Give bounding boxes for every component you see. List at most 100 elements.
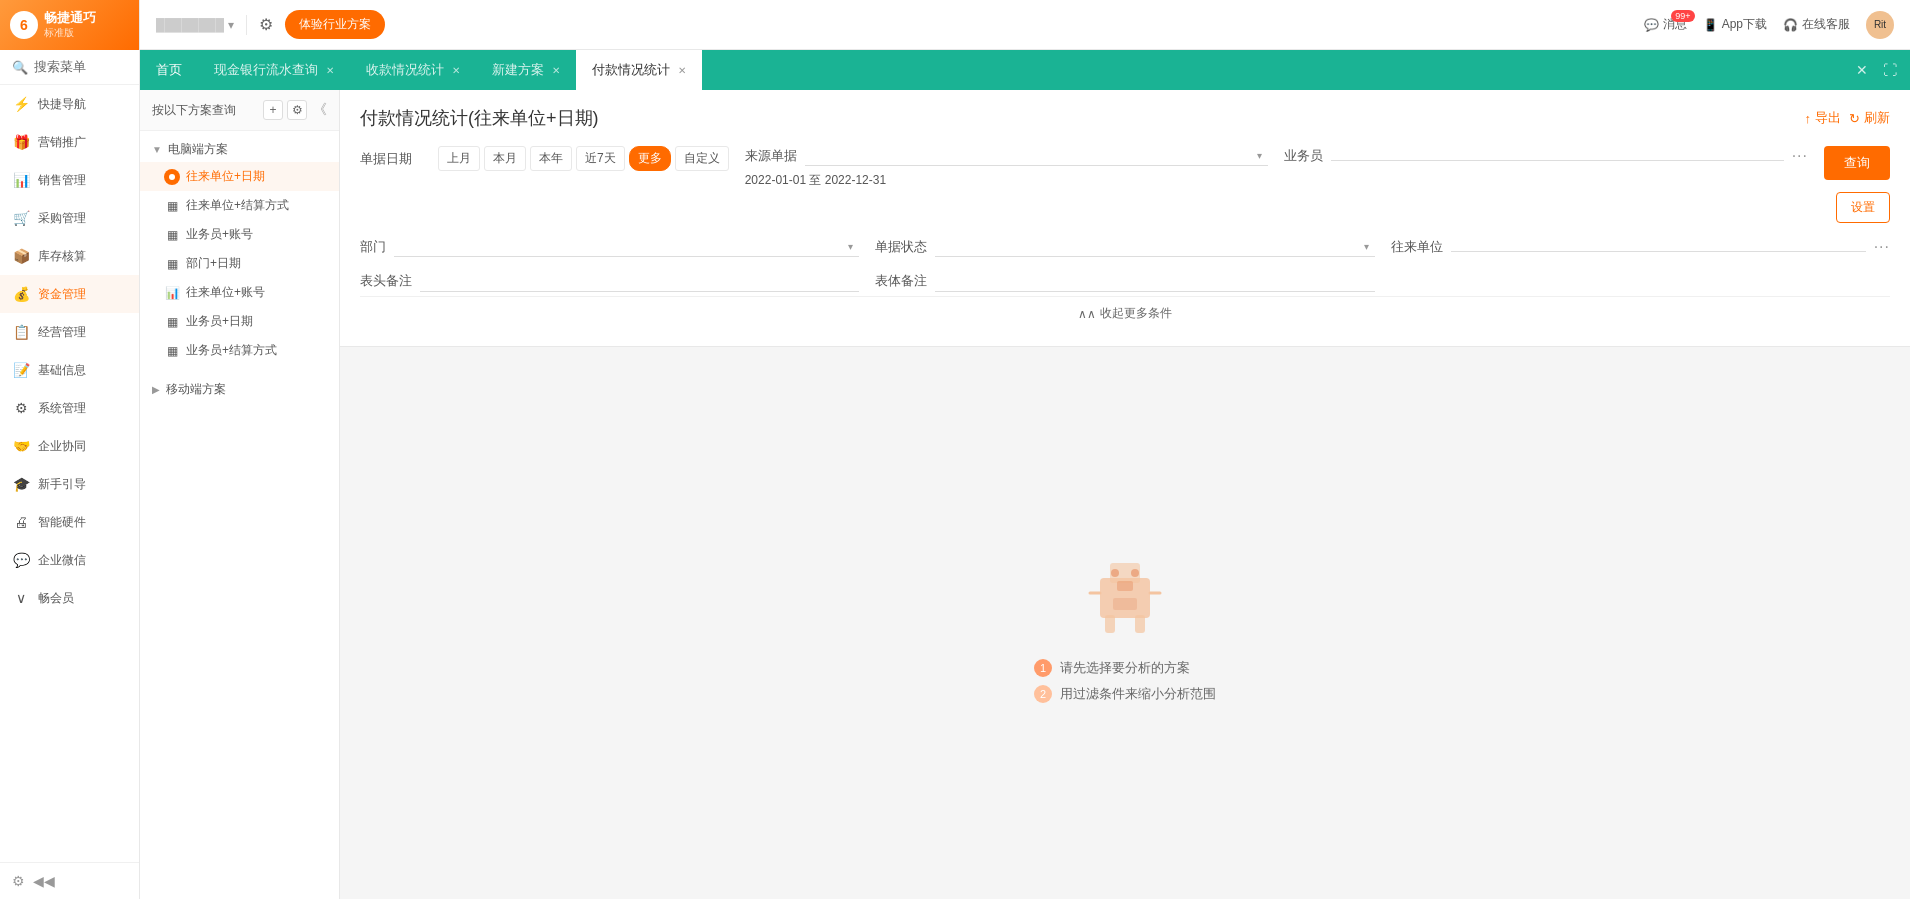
scheme-table2-icon: ▦ bbox=[164, 227, 180, 243]
sidebar-settings-btn[interactable]: ⚙ bbox=[12, 873, 25, 889]
scheme-item-staff-account[interactable]: ▦ 业务员+账号 bbox=[140, 220, 339, 249]
content: 按以下方案查询 + ⚙ 《 ▼ 电脑端方案 往来单位+日期 ▦ bbox=[140, 90, 1910, 899]
sidebar-item-sysadmin[interactable]: ⚙ 系统管理 bbox=[0, 389, 139, 427]
placeholder-hints: 1 请先选择要分析的方案 2 用过滤条件来缩小分析范围 bbox=[1034, 659, 1216, 703]
enterprise-icon: 🤝 bbox=[12, 437, 30, 455]
date-btn-lastmonth[interactable]: 上月 bbox=[438, 146, 480, 171]
dept-select[interactable]: ▾ bbox=[394, 237, 859, 257]
related-unit-more-btn[interactable]: ··· bbox=[1874, 238, 1890, 256]
sidebar-item-basicinfo[interactable]: 📝 基础信息 bbox=[0, 351, 139, 389]
scheme-add-btn[interactable]: + bbox=[263, 100, 283, 120]
date-filter-label: 单据日期 bbox=[360, 150, 430, 168]
sidebar-item-wechat[interactable]: 💬 企业微信 bbox=[0, 541, 139, 579]
sidebar-item-operations[interactable]: 📋 经营管理 bbox=[0, 313, 139, 351]
doc-status-select[interactable]: ▾ bbox=[935, 237, 1374, 257]
source-select[interactable]: ▾ bbox=[805, 146, 1269, 166]
company-dropdown-icon[interactable]: ▾ bbox=[228, 18, 234, 32]
phone-icon: 📱 bbox=[1703, 18, 1718, 32]
tab-payments-label: 付款情况统计 bbox=[592, 61, 670, 79]
tab-close-all-btn[interactable]: ✕ bbox=[1850, 58, 1874, 82]
sidebar-search-item[interactable]: 🔍 搜索菜单 bbox=[0, 50, 139, 85]
scheme-table4-icon: ▦ bbox=[164, 314, 180, 330]
company-name-text: ████████ bbox=[156, 18, 224, 32]
filter-main: 付款情况统计(往来单位+日期) ↑ 导出 ↻ 刷新 bbox=[340, 90, 1910, 899]
refresh-btn[interactable]: ↻ 刷新 bbox=[1849, 109, 1890, 127]
sidebar-item-sales[interactable]: 📊 销售管理 bbox=[0, 161, 139, 199]
topbar-app-btn[interactable]: 📱 App下载 bbox=[1703, 16, 1767, 33]
quicknav-icon: ⚡ bbox=[12, 95, 30, 113]
topbar-messages-btn[interactable]: 💬 消息 99+ bbox=[1644, 16, 1687, 33]
main-area: ████████ ▾ ⚙ 体验行业方案 💬 消息 99+ 📱 App下载 🎧 在… bbox=[140, 0, 1910, 899]
scheme-item-unit-date[interactable]: 往来单位+日期 bbox=[140, 162, 339, 191]
date-btn-thisyear[interactable]: 本年 bbox=[530, 146, 572, 171]
export-btn[interactable]: ↑ 导出 bbox=[1805, 109, 1842, 127]
scheme-item-unit-settle[interactable]: ▦ 往来单位+结算方式 bbox=[140, 191, 339, 220]
scheme-panel: 按以下方案查询 + ⚙ 《 ▼ 电脑端方案 往来单位+日期 ▦ bbox=[140, 90, 340, 899]
topbar-settings-btn[interactable]: ⚙ bbox=[259, 15, 273, 34]
topbar-company[interactable]: ████████ ▾ bbox=[156, 18, 234, 32]
date-btn-thismonth[interactable]: 本月 bbox=[484, 146, 526, 171]
tab-payments[interactable]: 付款情况统计 ✕ bbox=[576, 50, 702, 90]
sidebar-item-smarthw[interactable]: 🖨 智能硬件 bbox=[0, 503, 139, 541]
sidebar-item-vip[interactable]: ∨ 畅会员 bbox=[0, 579, 139, 617]
svg-rect-7 bbox=[1105, 615, 1115, 633]
tab-receipts-close[interactable]: ✕ bbox=[452, 65, 460, 76]
sidebar-collapse-btn[interactable]: ◀◀ bbox=[33, 873, 55, 889]
staff-more-btn[interactable]: ··· bbox=[1792, 147, 1808, 165]
date-btn-7days[interactable]: 近7天 bbox=[576, 146, 625, 171]
sidebar-item-funds[interactable]: 💰 资金管理 bbox=[0, 275, 139, 313]
scheme-settings-btn[interactable]: ⚙ bbox=[287, 100, 307, 120]
sidebar-item-quicknav[interactable]: ⚡ 快捷导航 bbox=[0, 85, 139, 123]
sidebar-item-newguide[interactable]: 🎓 新手引导 bbox=[0, 465, 139, 503]
scheme-collapse-btn[interactable]: 《 bbox=[313, 101, 327, 119]
filter-action-btns: ↑ 导出 ↻ 刷新 bbox=[1805, 109, 1891, 127]
sidebar-header: 6 畅捷通巧 标准版 bbox=[0, 0, 139, 50]
inventory-icon: 📦 bbox=[12, 247, 30, 265]
results-placeholder: 1 请先选择要分析的方案 2 用过滤条件来缩小分析范围 bbox=[1034, 543, 1216, 703]
tab-cashflow-label: 现金银行流水查询 bbox=[214, 61, 318, 79]
sidebar-item-inventory[interactable]: 📦 库存核算 bbox=[0, 237, 139, 275]
topbar: ████████ ▾ ⚙ 体验行业方案 💬 消息 99+ 📱 App下载 🎧 在… bbox=[140, 0, 1910, 50]
scheme-item-dept-date[interactable]: ▦ 部门+日期 bbox=[140, 249, 339, 278]
head-note-input[interactable] bbox=[420, 269, 859, 292]
message-badge: 99+ bbox=[1671, 10, 1694, 22]
scheme-desktop-group-header[interactable]: ▼ 电脑端方案 bbox=[140, 137, 339, 162]
sidebar-item-enterprise[interactable]: 🤝 企业协同 bbox=[0, 427, 139, 465]
sidebar-logo-icon: 6 bbox=[10, 11, 38, 39]
scheme-item-unit-account[interactable]: 📊 往来单位+账号 bbox=[140, 278, 339, 307]
tab-payments-close[interactable]: ✕ bbox=[678, 65, 686, 76]
query-btn[interactable]: 查询 bbox=[1824, 146, 1890, 180]
trial-btn[interactable]: 体验行业方案 bbox=[285, 10, 385, 39]
body-note-input[interactable] bbox=[935, 269, 1374, 292]
scheme-table5-icon: ▦ bbox=[164, 343, 180, 359]
tab-newplan-close[interactable]: ✕ bbox=[552, 65, 560, 76]
tab-newplan[interactable]: 新建方案 ✕ bbox=[476, 50, 576, 90]
sidebar-logo-text: 畅捷通巧 标准版 bbox=[44, 10, 96, 40]
sidebar: 6 畅捷通巧 标准版 🔍 搜索菜单 ⚡ 快捷导航 🎁 营销推广 📊 销售管理 🛒… bbox=[0, 0, 140, 899]
scheme-panel-header: 按以下方案查询 + ⚙ 《 bbox=[140, 90, 339, 131]
date-btn-custom[interactable]: 自定义 bbox=[675, 146, 729, 171]
scheme-chart-icon: 📊 bbox=[164, 285, 180, 301]
filter-collapse-btn[interactable]: ∧∧ 收起更多条件 bbox=[360, 296, 1890, 330]
scheme-item-staff-settle[interactable]: ▦ 业务员+结算方式 bbox=[140, 336, 339, 365]
tab-receipts[interactable]: 收款情况统计 ✕ bbox=[350, 50, 476, 90]
topbar-service-btn[interactable]: 🎧 在线客服 bbox=[1783, 16, 1850, 33]
scheme-table-icon: ▦ bbox=[164, 198, 180, 214]
sidebar-item-marketing[interactable]: 🎁 营销推广 bbox=[0, 123, 139, 161]
tab-maximize-btn[interactable]: ⛶ bbox=[1878, 58, 1902, 82]
tab-newplan-label: 新建方案 bbox=[492, 61, 544, 79]
svg-rect-9 bbox=[1113, 598, 1137, 610]
placeholder-illustration bbox=[1075, 543, 1175, 643]
scheme-item-staff-date[interactable]: ▦ 业务员+日期 bbox=[140, 307, 339, 336]
sidebar-item-purchase[interactable]: 🛒 采购管理 bbox=[0, 199, 139, 237]
tab-home[interactable]: 首页 bbox=[140, 50, 198, 90]
topbar-user-avatar[interactable]: Rit bbox=[1866, 11, 1894, 39]
date-btn-more[interactable]: 更多 bbox=[629, 146, 671, 171]
message-icon: 💬 bbox=[1644, 18, 1659, 32]
head-note-label: 表头备注 bbox=[360, 272, 412, 290]
tab-cashflow[interactable]: 现金银行流水查询 ✕ bbox=[198, 50, 350, 90]
basicinfo-icon: 📝 bbox=[12, 361, 30, 379]
scheme-mobile-group-header[interactable]: ▶ 移动端方案 bbox=[140, 377, 339, 402]
filter-settings-btn[interactable]: 设置 bbox=[1836, 192, 1890, 223]
tab-cashflow-close[interactable]: ✕ bbox=[326, 65, 334, 76]
